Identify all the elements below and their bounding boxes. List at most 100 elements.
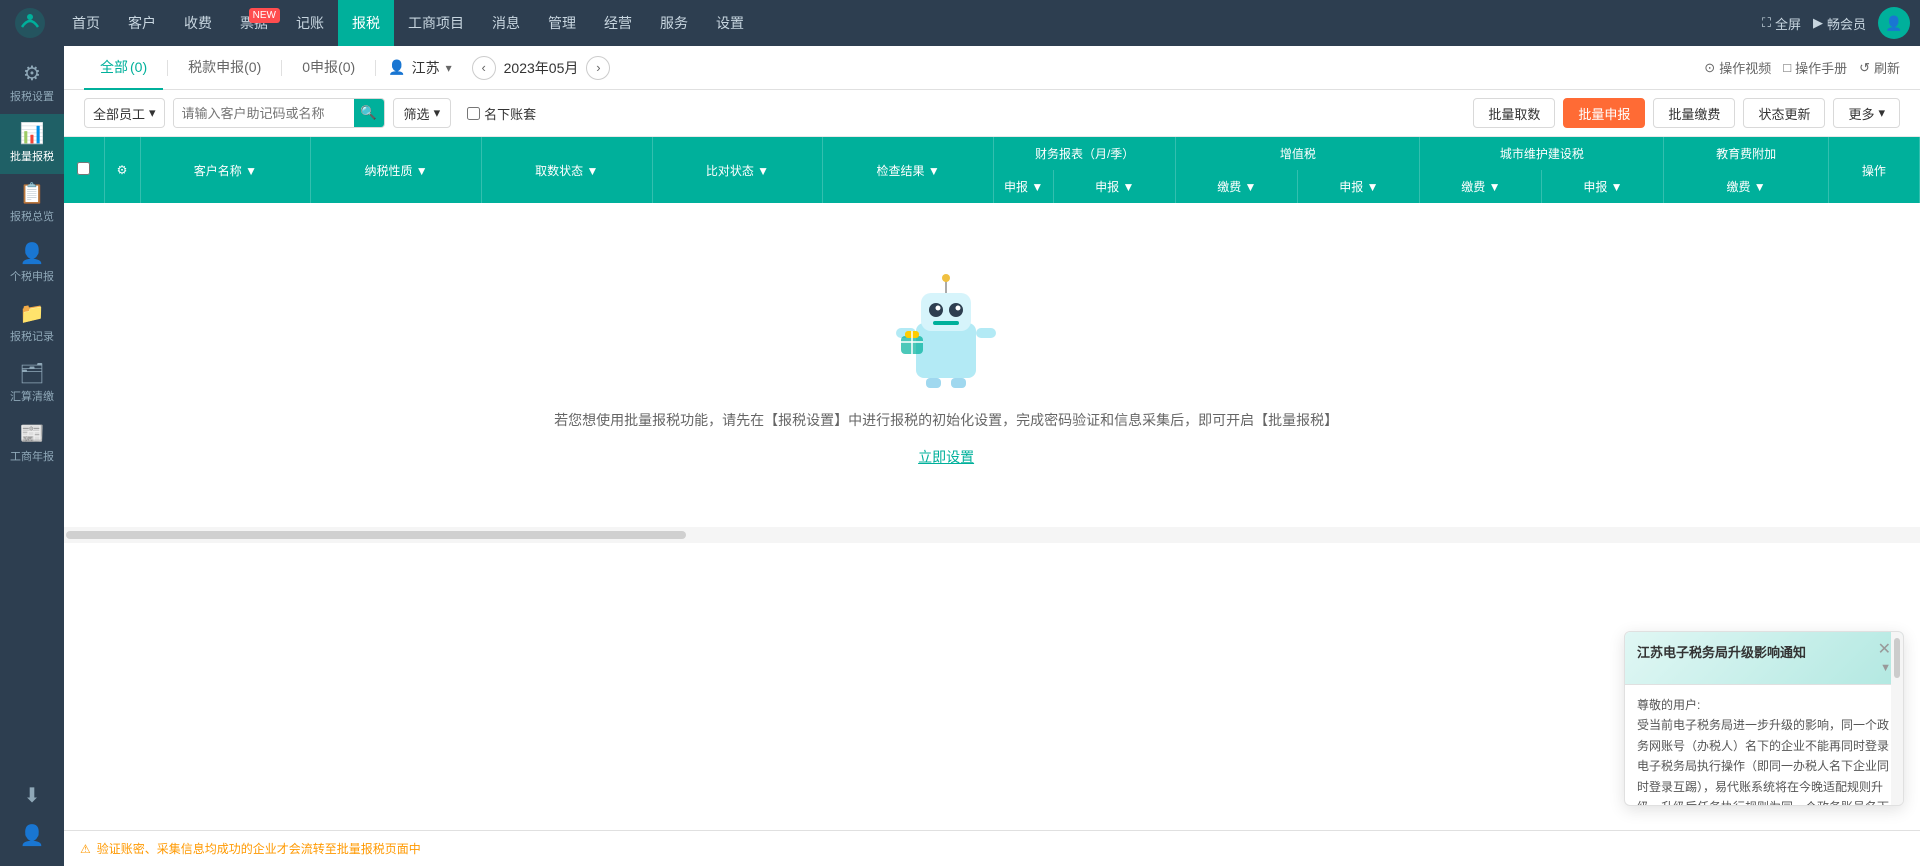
nav-commerce[interactable]: 工商项目 <box>394 0 478 46</box>
fullscreen-icon: ⛶ <box>1762 15 1771 31</box>
warning-text: 验证账密、采集信息均成功的企业才会流转至批量报税页面中 <box>97 840 421 857</box>
sidebar-item-annual-report[interactable]: 📰 工商年报 <box>0 414 64 474</box>
tab-zero-declaration[interactable]: 0申报 (0) <box>286 46 371 90</box>
status-update-button[interactable]: 状态更新 <box>1743 98 1825 128</box>
region-icon: 👤 <box>388 59 405 76</box>
notification-popup: 江苏电子税务局升级影响通知 ✕ ▼ 尊敬的用户: 受当前电子税务局进一步升级的影… <box>1624 631 1904 806</box>
batch-tax-icon: 📊 <box>20 124 45 144</box>
search-button[interactable]: 🔍 <box>354 98 384 128</box>
new-badge: NEW <box>249 8 280 23</box>
th-checkbox <box>64 137 104 203</box>
user-icon: 👤 <box>20 826 45 846</box>
nav-message[interactable]: 消息 <box>478 0 534 46</box>
account-checkbox[interactable] <box>467 107 480 120</box>
top-nav: 首页 客户 收费 票据 NEW 记账 报税 工商项目 消息 管理 经营 服务 设… <box>0 0 1920 46</box>
region-chevron-icon: ▾ <box>446 61 452 75</box>
th-city-pay[interactable]: 缴费 ▼ <box>1420 170 1542 203</box>
sidebar-item-personal-tax[interactable]: 👤 个税申报 <box>0 234 64 294</box>
user-avatar[interactable]: 👤 <box>1878 7 1910 39</box>
nav-service[interactable]: 服务 <box>646 0 702 46</box>
warning-icon: ⚠ <box>80 842 91 856</box>
sidebar-item-tax-settings[interactable]: ⚙ 报税设置 <box>0 54 64 114</box>
th-vat: 增值税 <box>1176 137 1420 170</box>
member-button[interactable]: ▶ 畅会员 <box>1813 14 1866 33</box>
sidebar-item-settlement[interactable]: 🗂 汇算清缴 <box>0 354 64 414</box>
search-wrap: 🔍 <box>173 98 385 128</box>
nav-invoice[interactable]: 票据 NEW <box>226 0 282 46</box>
top-nav-right: ⛶ 全屏 ▶ 畅会员 👤 <box>1762 7 1910 39</box>
table-header-row-1: ⚙ 客户名称 ▼ 纳税性质 ▼ 取数状态 ▼ 比对状态 ▼ 检查结果 ▼ 财务报… <box>64 137 1920 170</box>
tab-tax-declaration[interactable]: 税款申报 (0) <box>172 46 277 90</box>
notification-scrollbar[interactable] <box>1891 632 1903 805</box>
nav-manage[interactable]: 管理 <box>534 0 590 46</box>
current-date: 2023年05月 <box>504 58 579 78</box>
notification-scroll-button[interactable]: ▼ <box>1880 662 1891 674</box>
data-table: ⚙ 客户名称 ▼ 纳税性质 ▼ 取数状态 ▼ 比对状态 ▼ 检查结果 ▼ 财务报… <box>64 137 1920 527</box>
th-vat-pay[interactable]: 缴费 ▼ <box>1176 170 1298 203</box>
bottom-bar: ⚠ 验证账密、采集信息均成功的企业才会流转至批量报税页面中 <box>64 830 1920 866</box>
next-month-button[interactable]: › <box>586 56 610 80</box>
th-client-name[interactable]: 客户名称 ▼ <box>140 137 311 203</box>
toolbar-right: 批量取数 批量申报 批量缴费 状态更新 更多 ▾ <box>1473 98 1900 128</box>
scrollbar-thumb[interactable] <box>66 531 686 539</box>
th-operation: 操作 <box>1828 137 1919 203</box>
fullscreen-button[interactable]: ⛶ 全屏 <box>1762 14 1801 33</box>
th-city-declare[interactable]: 申报 ▼ <box>1298 170 1420 203</box>
nav-operation[interactable]: 经营 <box>590 0 646 46</box>
nav-settings[interactable]: 设置 <box>702 0 758 46</box>
sidebar-bottom: ⬇ 👤 <box>20 776 45 866</box>
employee-select[interactable]: 全部员工 ▾ <box>84 98 165 128</box>
th-financial-report: 财务报表（月/季） <box>994 137 1176 170</box>
notification-header: 江苏电子税务局升级影响通知 ✕ ▼ <box>1625 632 1903 685</box>
th-edu-pay[interactable]: 缴费 ▼ <box>1664 170 1828 203</box>
th-edu-declare[interactable]: 申报 ▼ <box>1542 170 1664 203</box>
notification-content: 受当前电子税务局进一步升级的影响，同一个政务网账号（办税人）名下的企业不能再同时… <box>1637 715 1891 805</box>
th-financial-declare[interactable]: 申报 ▼ <box>994 170 1054 203</box>
nav-billing[interactable]: 收费 <box>170 0 226 46</box>
nav-bookkeeping[interactable]: 记账 <box>282 0 338 46</box>
sidebar-download[interactable]: ⬇ <box>20 776 45 816</box>
notification-scroll-thumb[interactable] <box>1894 638 1900 678</box>
sidebar-user[interactable]: 👤 <box>20 816 45 856</box>
batch-declare-button[interactable]: 批量申报 <box>1563 98 1645 128</box>
setup-link[interactable]: 立即设置 <box>918 447 974 467</box>
tab-all[interactable]: 全部 (0) <box>84 46 163 90</box>
sidebar-item-tax-records[interactable]: 📁 报税记录 <box>0 294 64 354</box>
prev-month-button[interactable]: ‹ <box>472 56 496 80</box>
sidebar-item-tax-overview[interactable]: 📋 报税总览 <box>0 174 64 234</box>
horizontal-scrollbar[interactable] <box>64 527 1920 543</box>
filter-button[interactable]: 筛选 ▾ <box>393 98 452 128</box>
select-all-checkbox[interactable] <box>77 162 90 175</box>
more-button[interactable]: 更多 ▾ <box>1833 98 1900 128</box>
settlement-icon: 🗂 <box>19 364 44 384</box>
tab-bar: 全部 (0) 税款申报 (0) 0申报 (0) 👤 江苏 ▾ ‹ 2023年05… <box>64 46 1920 90</box>
batch-pay-button[interactable]: 批量缴费 <box>1653 98 1735 128</box>
empty-state: 若您想使用批量报税功能，请先在【报税设置】中进行报税的初始化设置，完成密码验证和… <box>64 203 1828 527</box>
nav-home[interactable]: 首页 <box>58 0 114 46</box>
tab-divider-2 <box>281 60 282 76</box>
manual-icon: □ <box>1783 60 1791 75</box>
tab-right-actions: ⊙ 操作视频 □ 操作手册 ↺ 刷新 <box>1704 58 1900 77</box>
nav-tax[interactable]: 报税 <box>338 0 394 46</box>
batch-fetch-button[interactable]: 批量取数 <box>1473 98 1555 128</box>
nav-client[interactable]: 客户 <box>114 0 170 46</box>
th-check-result[interactable]: 检查结果 ▼ <box>823 137 994 203</box>
account-checkbox-label[interactable]: 名下账套 <box>467 104 536 123</box>
tax-records-icon: 📁 <box>20 304 45 324</box>
th-vat-declare[interactable]: 申报 ▼ <box>1054 170 1176 203</box>
sidebar-item-batch-tax[interactable]: 📊 批量报税 <box>0 114 64 174</box>
search-input[interactable] <box>174 98 354 128</box>
operation-manual-button[interactable]: □ 操作手册 <box>1783 58 1847 77</box>
th-fetch-status[interactable]: 取数状态 ▼ <box>481 137 652 203</box>
th-compare-status[interactable]: 比对状态 ▼ <box>652 137 823 203</box>
filter-chevron-icon: ▾ <box>434 105 441 121</box>
refresh-button[interactable]: ↺ 刷新 <box>1859 58 1900 77</box>
region-selector[interactable]: 👤 江苏 ▾ <box>388 58 451 78</box>
app-logo <box>10 3 50 43</box>
th-education-surcharge: 教育费附加 <box>1664 137 1828 170</box>
th-tax-nature[interactable]: 纳税性质 ▼ <box>311 137 482 203</box>
notification-close-button[interactable]: ✕ <box>1878 642 1891 658</box>
tab-divider-1 <box>167 60 168 76</box>
notification-greeting: 尊敬的用户: <box>1637 695 1891 715</box>
operation-video-button[interactable]: ⊙ 操作视频 <box>1704 58 1771 77</box>
